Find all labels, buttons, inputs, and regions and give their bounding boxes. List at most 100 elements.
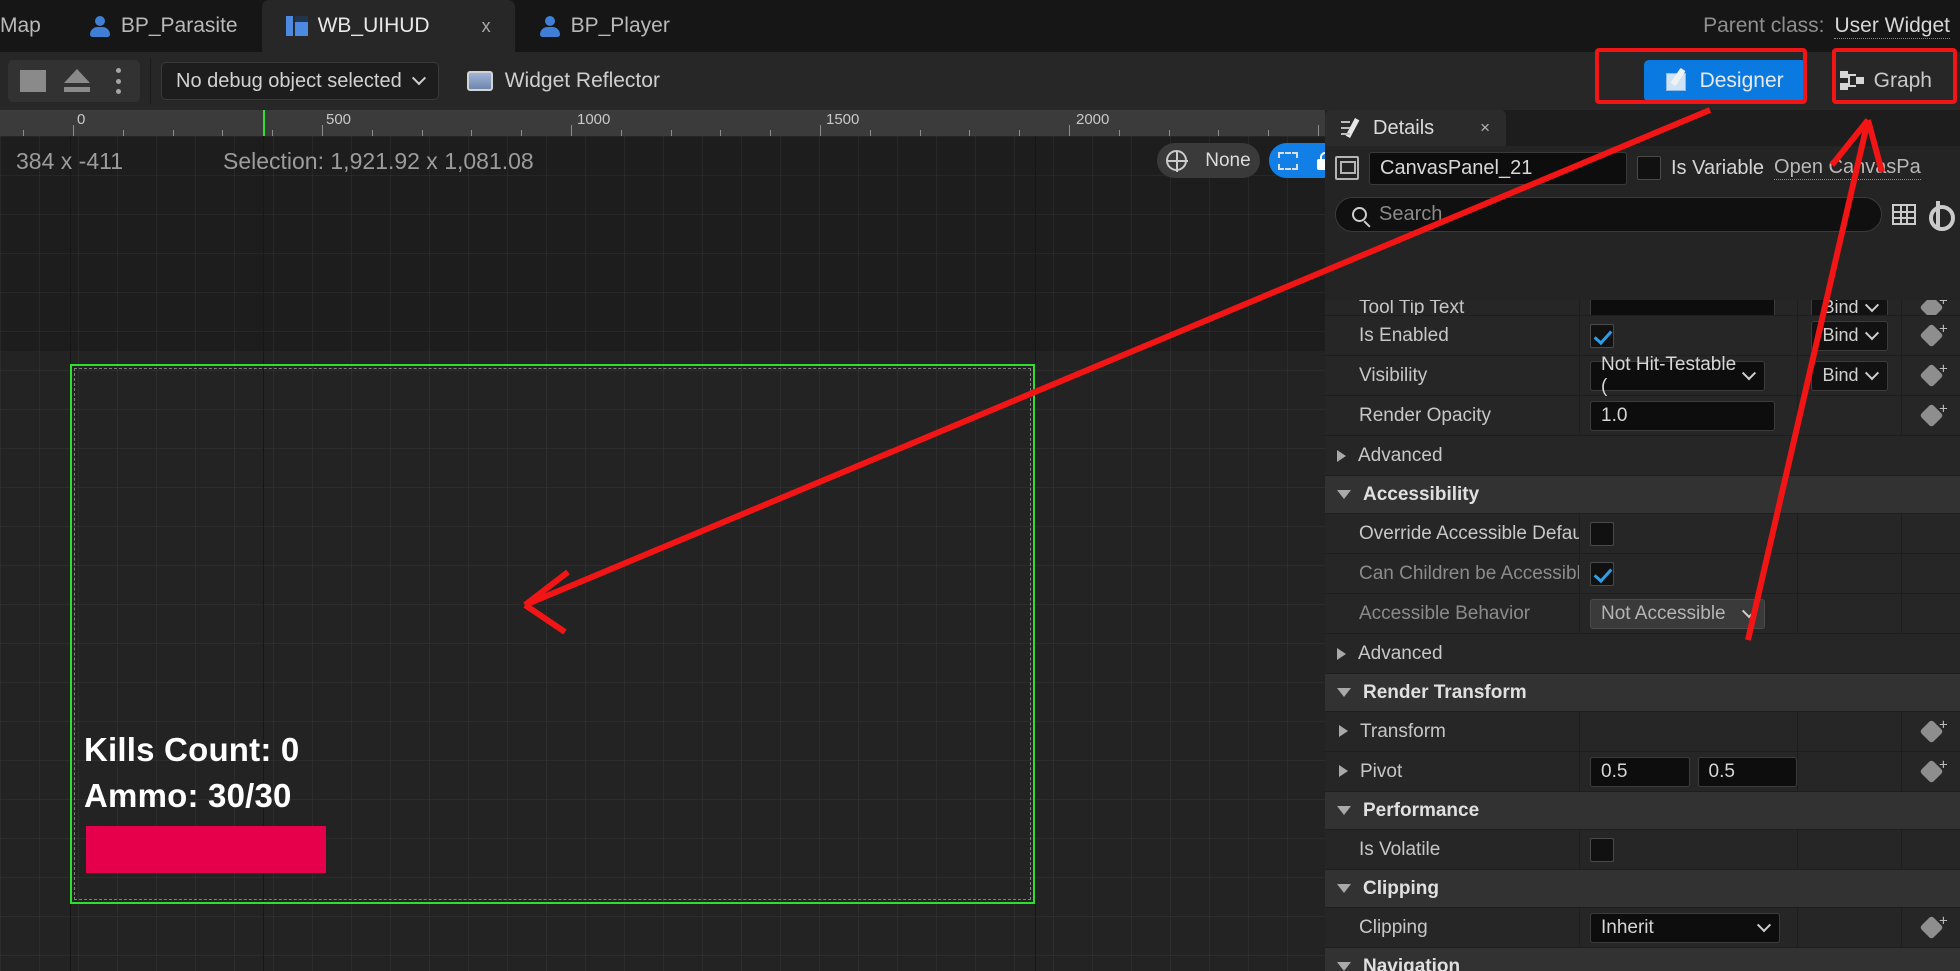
compile-group: [8, 60, 140, 102]
bind-button[interactable]: Bind: [1811, 360, 1888, 391]
property-number-input[interactable]: 1.0: [1590, 400, 1775, 431]
cursor-coordinates: 384 x -411: [16, 147, 123, 174]
property-value: [1580, 300, 1797, 315]
is-variable-checkbox[interactable]: [1637, 156, 1661, 180]
bind-button[interactable]: Bind: [1811, 300, 1888, 316]
property-bind-cell: Bind: [1797, 315, 1902, 356]
reset-to-default-button[interactable]: [1902, 363, 1960, 388]
property-dropdown[interactable]: Not Accessible: [1590, 598, 1765, 629]
tab-wb-uihud[interactable]: WB_UIHUD x: [261, 0, 515, 52]
open-canvas-panel-link[interactable]: Open CanvasPa: [1774, 156, 1921, 180]
details-tab-row: Details ×: [1325, 110, 1960, 146]
dropdown-value: Inherit: [1601, 916, 1654, 938]
hud-health-bar[interactable]: [86, 826, 326, 873]
property-category-navigation[interactable]: Navigation: [1325, 948, 1960, 971]
parent-class-value[interactable]: User Widget: [1834, 14, 1950, 39]
search-icon: [1352, 206, 1367, 222]
property-row: Can Children be Accessible: [1325, 553, 1960, 594]
tab-close-icon[interactable]: x: [482, 16, 491, 37]
keyframe-diamond-icon: [1918, 323, 1944, 348]
reset-to-default-button[interactable]: [1902, 915, 1960, 940]
bind-label: Bind: [1822, 300, 1859, 316]
details-pencil-icon: [1341, 118, 1363, 138]
close-icon[interactable]: ×: [1480, 118, 1490, 138]
group-label: Advanced: [1358, 444, 1443, 466]
property-checkbox[interactable]: [1590, 837, 1614, 862]
chevron-down-icon: [1864, 365, 1879, 380]
editor-mode-switcher: Designer Graph: [1643, 60, 1960, 102]
ruler-tick: [1318, 125, 1319, 136]
graph-label: Graph: [1873, 69, 1932, 92]
property-category-render-transform[interactable]: Render Transform: [1325, 674, 1960, 712]
ruler-tick: [73, 125, 74, 136]
chevron-down-icon: [1337, 688, 1351, 697]
property-row: Transform: [1325, 711, 1960, 752]
tab-label: BP_Player: [570, 14, 670, 37]
eject-icon[interactable]: [62, 69, 92, 93]
hud-ammo-text[interactable]: Ammo: 30/30: [84, 777, 292, 815]
property-number-input[interactable]: 0.5: [1590, 756, 1690, 787]
property-list[interactable]: Tool Tip TextBindIs EnabledBindVisibilit…: [1325, 300, 1960, 971]
property-row: Is Enabled Bind: [1325, 315, 1960, 356]
gear-icon[interactable]: [1926, 201, 1955, 231]
debug-object-selector[interactable]: No debug object selected: [161, 62, 439, 100]
graph-mode-button[interactable]: Graph: [1818, 60, 1954, 102]
bind-button[interactable]: Bind: [1811, 320, 1888, 351]
property-category-accessibility[interactable]: Accessibility: [1325, 476, 1960, 514]
property-group-advanced[interactable]: Advanced: [1325, 634, 1960, 674]
horizontal-ruler[interactable]: 0 500 1000 1500 2000: [0, 110, 1325, 136]
tab-bp-player[interactable]: BP_Player: [515, 0, 694, 52]
reset-to-default-button[interactable]: [1902, 323, 1960, 348]
property-category-clipping[interactable]: Clipping: [1325, 870, 1960, 908]
reset-to-default-button[interactable]: [1902, 300, 1960, 315]
tab-map[interactable]: Map: [0, 0, 65, 52]
reset-to-default-button[interactable]: [1902, 403, 1960, 428]
details-tab[interactable]: Details ×: [1325, 110, 1507, 146]
localization-value[interactable]: None: [1196, 143, 1259, 178]
keyframe-diamond-icon: [1918, 403, 1944, 428]
table-view-icon[interactable]: [1892, 203, 1916, 225]
designer-viewport[interactable]: Kills Count: 0 Ammo: 30/30 ⤨: [0, 136, 1325, 971]
chevron-right-icon[interactable]: [1339, 724, 1348, 737]
property-value: Not Accessible: [1580, 598, 1797, 629]
selected-canvas-panel[interactable]: [70, 364, 1035, 904]
widget-name-input[interactable]: CanvasPanel_21: [1369, 151, 1627, 185]
chevron-down-icon: [1864, 325, 1879, 340]
graph-icon: [1839, 70, 1864, 92]
reset-to-default-button[interactable]: [1902, 719, 1960, 744]
chevron-right-icon[interactable]: [1339, 764, 1348, 777]
keyframe-diamond-icon: [1918, 300, 1944, 315]
property-row: Tool Tip Text Bind: [1325, 300, 1960, 316]
property-text-input[interactable]: [1590, 300, 1775, 315]
property-checkbox[interactable]: [1590, 561, 1614, 586]
property-dropdown[interactable]: Inherit: [1590, 912, 1780, 943]
marquee-select-toggle[interactable]: [1268, 143, 1307, 178]
details-search-box[interactable]: [1335, 196, 1882, 232]
ruler-tick-label: 0: [77, 111, 86, 128]
property-number-input[interactable]: 0.5: [1697, 756, 1797, 787]
keyframe-diamond-icon: [1918, 915, 1944, 940]
compile-status-icon[interactable]: [20, 70, 46, 92]
reset-to-default-button[interactable]: [1902, 759, 1960, 784]
property-label: Is Enabled: [1325, 315, 1580, 356]
property-bind-cell: [1797, 593, 1902, 634]
search-input[interactable]: [1379, 202, 1865, 226]
dropdown-value: Not Accessible: [1601, 602, 1726, 624]
property-category-performance[interactable]: Performance: [1325, 792, 1960, 830]
ruler-tick: [820, 125, 821, 136]
overflow-menu-icon[interactable]: [108, 68, 128, 94]
designer-mode-button[interactable]: Designer: [1643, 60, 1806, 102]
property-group-advanced[interactable]: Advanced: [1325, 436, 1960, 476]
localization-preview-button[interactable]: [1157, 143, 1196, 178]
ruler-tick: [1069, 125, 1070, 136]
tab-label: Map: [0, 14, 41, 37]
property-checkbox[interactable]: [1590, 521, 1614, 546]
property-checkbox[interactable]: [1590, 323, 1614, 348]
widget-reflector-button[interactable]: Widget Reflector: [466, 69, 660, 93]
property-dropdown[interactable]: Not Hit-Testable (: [1590, 354, 1765, 397]
tab-bp-parasite[interactable]: BP_Parasite: [65, 0, 262, 52]
chevron-down-icon: [1756, 917, 1772, 932]
hud-kills-text[interactable]: Kills Count: 0: [84, 731, 299, 769]
property-bind-cell: Bind: [1797, 355, 1902, 396]
category-label: Clipping: [1363, 877, 1439, 899]
